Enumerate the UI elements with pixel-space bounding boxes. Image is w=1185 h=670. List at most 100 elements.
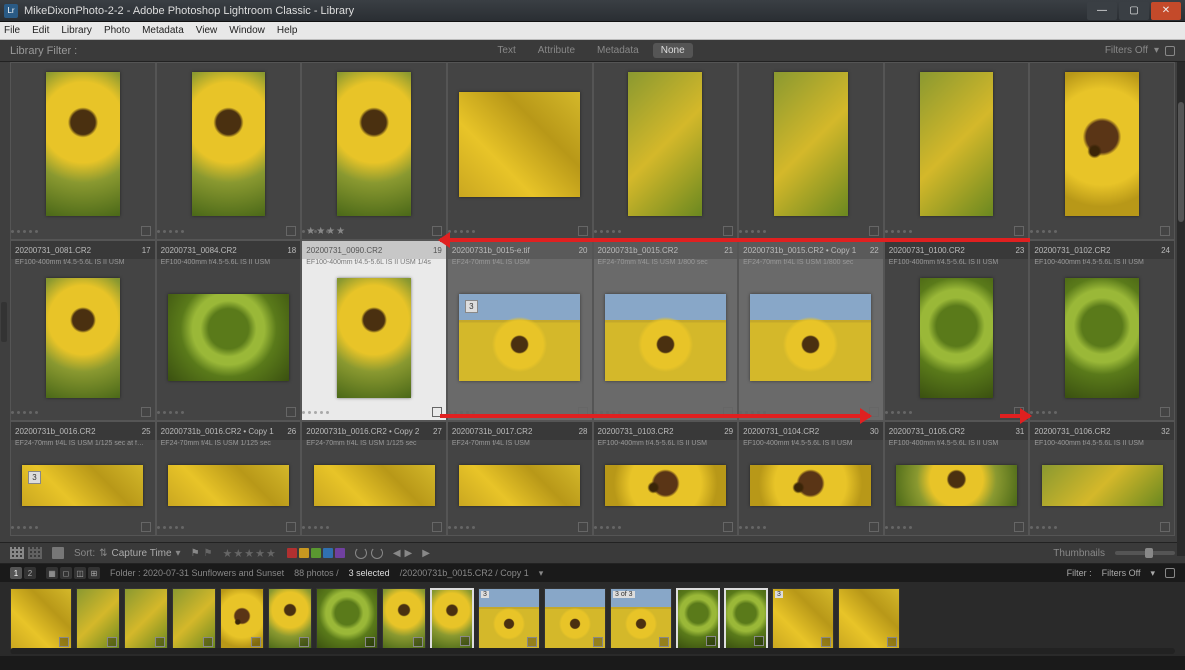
filter-preset-dropdown-icon[interactable]: ▾ — [1154, 45, 1159, 56]
filmstrip[interactable]: 33 of 33 — [0, 582, 1185, 656]
filmstrip-thumbnail[interactable] — [382, 588, 426, 650]
grid-cell[interactable] — [447, 62, 593, 240]
sort-dropdown[interactable]: Capture Time — [112, 548, 172, 559]
menu-photo[interactable]: Photo — [104, 25, 130, 36]
grid-cell[interactable]: 20200731b_0015-e.tif20EF24-70mm f/4L IS … — [447, 240, 593, 421]
filmstrip-stack-badge[interactable]: 3 — [481, 591, 489, 598]
menu-file[interactable]: File — [4, 25, 20, 36]
cell-attributes[interactable] — [594, 521, 738, 535]
grid-cell[interactable]: 20200731b_0015.CR2 • Copy 122EF24-70mm f… — [738, 240, 884, 421]
thumbnail[interactable] — [337, 72, 411, 216]
thumbnail[interactable] — [605, 294, 726, 382]
grid-cell[interactable] — [1029, 62, 1175, 240]
thumbnail[interactable] — [459, 92, 580, 197]
slideshow-icon[interactable]: ▶ — [422, 548, 430, 559]
grid-cell[interactable]: 20200731b_0016.CR2 • Copy 227EF24-70mm f… — [301, 421, 447, 536]
grid-cell[interactable]: ★★★★ — [301, 62, 447, 240]
grid-cell[interactable]: 20200731_0100.CR223EF100-400mm f/4.5-5.6… — [884, 240, 1030, 421]
cell-attributes[interactable] — [739, 521, 883, 535]
thumbnail[interactable] — [896, 465, 1017, 506]
thumbnail[interactable] — [168, 465, 289, 506]
filmstrip-thumbnail[interactable]: 3 — [478, 588, 540, 650]
grid-cell[interactable] — [738, 62, 884, 240]
color-chip-2[interactable] — [311, 548, 321, 558]
thumbnail[interactable]: 3 — [22, 465, 143, 506]
filmstrip-thumbnail[interactable] — [220, 588, 264, 650]
grid-cell[interactable]: 20200731_0084.CR218EF100-400mm f/4.5-5.6… — [156, 240, 302, 421]
cell-attributes[interactable] — [885, 521, 1029, 535]
cell-attributes[interactable] — [594, 225, 738, 239]
thumbnail[interactable] — [337, 278, 411, 398]
filmstrip-lock-icon[interactable] — [1165, 568, 1175, 578]
nav-next-icon[interactable]: ▶ — [405, 548, 413, 559]
cell-attributes[interactable] — [11, 225, 155, 239]
filmstrip-thumbnail[interactable] — [838, 588, 900, 650]
filmstrip-thumbnail[interactable] — [316, 588, 378, 650]
filmstrip-filters-off[interactable]: Filters Off — [1102, 568, 1141, 578]
filmstrip-stack-badge[interactable]: 3 — [775, 591, 783, 598]
thumbnail[interactable] — [459, 465, 580, 506]
grid-cell[interactable]: 20200731_0105.CR231EF100-400mm f/4.5-5.6… — [884, 421, 1030, 536]
display-2-button[interactable]: 2 — [24, 567, 36, 579]
cell-attributes[interactable] — [448, 521, 592, 535]
sort-direction-icon[interactable]: ⇅ — [99, 548, 107, 559]
cell-attributes[interactable] — [1030, 406, 1174, 420]
loupe-view-icon[interactable] — [28, 547, 42, 559]
grid-mode-icon[interactable]: ▦ — [46, 567, 58, 579]
thumbnail[interactable] — [168, 294, 289, 382]
grid-cell[interactable]: 20200731b_0015.CR221EF24-70mm f/4L IS US… — [593, 240, 739, 421]
flag-pick-icon[interactable]: ⚑ — [191, 548, 200, 559]
grid-cell[interactable] — [156, 62, 302, 240]
loupe-mode-icon[interactable]: ◻ — [60, 567, 72, 579]
stack-badge[interactable]: 3 — [28, 471, 40, 484]
filmstrip-thumbnail[interactable]: 3 — [772, 588, 834, 650]
cell-attributes[interactable] — [885, 225, 1029, 239]
thumbnail[interactable] — [1042, 465, 1163, 506]
filmstrip-thumbnail[interactable] — [10, 588, 72, 650]
menu-help[interactable]: Help — [277, 25, 298, 36]
grid-cell[interactable]: 20200731_0081.CR217EF100-400mm f/4.5-5.6… — [10, 240, 156, 421]
thumbnail[interactable] — [628, 72, 702, 216]
grid-cell[interactable]: 20200731_0090.CR219EF100-400mm f/4.5-5.6… — [301, 240, 447, 421]
cell-attributes[interactable] — [448, 225, 592, 239]
grid-cell[interactable] — [10, 62, 156, 240]
close-button[interactable]: ✕ — [1151, 2, 1181, 20]
color-chip-0[interactable] — [287, 548, 297, 558]
cell-attributes[interactable] — [739, 225, 883, 239]
grid-view[interactable]: ★★★★ 20200731_0081.CR217EF100-400mm f/4.… — [0, 62, 1185, 542]
thumbnail[interactable] — [314, 465, 435, 506]
thumbnail[interactable] — [192, 72, 266, 216]
menu-metadata[interactable]: Metadata — [142, 25, 184, 36]
stack-badge[interactable]: 3 — [465, 300, 477, 313]
grid-view-icon[interactable] — [10, 547, 24, 559]
filmstrip-thumbnail[interactable] — [76, 588, 120, 650]
color-chip-3[interactable] — [323, 548, 333, 558]
rotate-left-icon[interactable] — [355, 547, 367, 559]
compare-mode-icon[interactable]: ◫ — [74, 567, 86, 579]
filmstrip-thumbnail[interactable] — [268, 588, 312, 650]
lock-icon[interactable] — [1165, 46, 1175, 56]
dropdown-icon[interactable]: ▾ — [176, 548, 181, 559]
survey-mode-icon[interactable]: ⊞ — [88, 567, 100, 579]
grid-cell[interactable]: 20200731b_0016.CR225EF24-70mm f/4L IS US… — [10, 421, 156, 536]
grid-cell[interactable] — [593, 62, 739, 240]
vertical-scrollbar[interactable] — [1177, 62, 1185, 556]
rotate-right-icon[interactable] — [371, 547, 383, 559]
grid-cell[interactable]: 20200731b_0016.CR2 • Copy 126EF24-70mm f… — [156, 421, 302, 536]
filmstrip-scrollbar[interactable] — [10, 649, 410, 653]
rating-stars[interactable]: ★★★★★ — [223, 547, 277, 560]
menu-edit[interactable]: Edit — [32, 25, 49, 36]
breadcrumb-dropdown-icon[interactable]: ▾ — [539, 568, 544, 579]
filter-tab-text[interactable]: Text — [489, 43, 523, 58]
painter-tool-icon[interactable] — [52, 547, 64, 559]
thumbnail[interactable] — [774, 72, 848, 216]
grid-cell[interactable]: 20200731_0104.CR230EF100-400mm f/4.5-5.6… — [738, 421, 884, 536]
filmstrip-thumbnail[interactable] — [544, 588, 606, 650]
color-chip-1[interactable] — [299, 548, 309, 558]
cell-attributes[interactable] — [302, 521, 446, 535]
grid-cell[interactable] — [884, 62, 1030, 240]
minimize-button[interactable]: — — [1087, 2, 1117, 20]
thumbnail[interactable] — [46, 278, 120, 398]
scrollbar-thumb[interactable] — [1178, 102, 1184, 222]
cell-attributes[interactable] — [11, 521, 155, 535]
